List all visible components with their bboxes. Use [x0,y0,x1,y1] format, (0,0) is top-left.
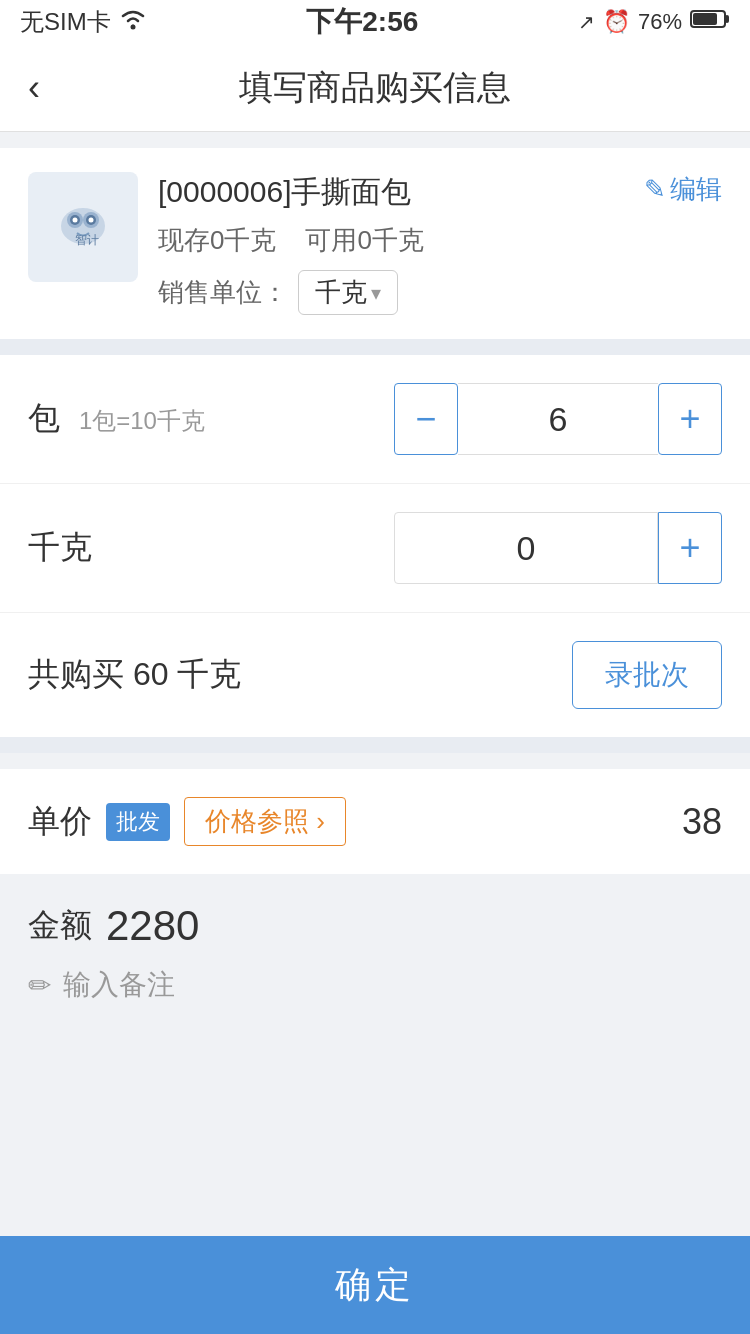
status-bar: 无SIM卡 下午2:56 ↗ ⏰ 76% [0,0,750,44]
product-name: [0000006]手撕面包 [158,172,722,213]
kg-label: 千克 [28,526,394,570]
status-time: 下午2:56 [306,3,418,41]
summary-row: 共购买 60 千克 录批次 [0,613,750,737]
status-right: ↗ ⏰ 76% [578,8,730,36]
back-button[interactable]: ‹ [28,67,40,109]
edit-icon: ✎ [644,174,666,205]
chevron-down-icon: ▾ [371,281,381,305]
amount-value: 2280 [106,902,199,950]
kg-plus-button[interactable]: + [658,512,722,584]
svg-rect-2 [725,15,729,23]
location-icon: ↗ [578,10,595,34]
carrier-label: 无SIM卡 [20,6,111,38]
price-value: 38 [682,801,722,843]
price-row: 单价 批发 价格参照 › 38 [28,797,722,846]
summary-text: 共购买 60 千克 [28,653,241,697]
svg-point-9 [73,217,78,222]
product-stock: 现存0千克 可用0千克 [158,223,722,258]
package-sublabel: 1包=10千克 [79,407,205,434]
kg-qty-control: + [394,512,722,584]
battery-icon [690,8,730,36]
package-qty-input[interactable] [458,383,658,455]
package-minus-button[interactable]: − [394,383,458,455]
product-image: 智计 [28,172,138,282]
package-row: 包 1包=10千克 − + [0,355,750,484]
svg-text:智计: 智计 [75,233,99,247]
svg-rect-3 [693,13,717,25]
amount-row: 金额 2280 [28,902,722,950]
price-label: 单价 [28,800,92,844]
svg-point-0 [130,25,135,30]
product-info: [0000006]手撕面包 现存0千克 可用0千克 销售单位： 千克 ▾ [158,172,722,315]
product-card: 智计 [0000006]手撕面包 现存0千克 可用0千克 销售单位： 千克 ▾ … [0,148,750,339]
package-plus-button[interactable]: + [658,383,722,455]
package-qty-control: − + [394,383,722,455]
unit-select[interactable]: 千克 ▾ [298,270,398,315]
confirm-button[interactable]: 确定 [0,1236,750,1334]
amount-label: 金额 [28,904,92,948]
price-ref-button[interactable]: 价格参照 › [184,797,346,846]
status-left: 无SIM卡 [20,6,147,38]
price-label-group: 单价 批发 价格参照 › [28,797,346,846]
price-badge: 批发 [106,803,170,841]
product-unit-row: 销售单位： 千克 ▾ [158,270,722,315]
product-logo-icon: 智计 [53,198,113,257]
wifi-icon [119,8,147,36]
remark-label: 输入备注 [63,966,175,1004]
kg-row: 千克 + [0,484,750,613]
battery-label: 76% [638,9,682,35]
alarm-icon: ⏰ [603,9,630,35]
edit-button[interactable]: ✎ 编辑 [644,172,722,207]
remark-row[interactable]: ✏ 输入备注 [28,966,722,1004]
kg-qty-input[interactable] [394,512,658,584]
section-divider-1 [0,339,750,355]
page-title: 填写商品购买信息 [239,65,511,111]
nav-bar: ‹ 填写商品购买信息 [0,44,750,132]
pencil-icon: ✏ [28,969,51,1002]
svg-point-10 [89,217,94,222]
amount-section: 金额 2280 ✏ 输入备注 [0,874,750,1024]
input-section: 包 1包=10千克 − + 千克 + [0,355,750,613]
batch-button[interactable]: 录批次 [572,641,722,709]
price-section: 单价 批发 价格参照 › 38 [0,769,750,874]
package-label: 包 1包=10千克 [28,397,394,441]
section-divider-2 [0,737,750,753]
